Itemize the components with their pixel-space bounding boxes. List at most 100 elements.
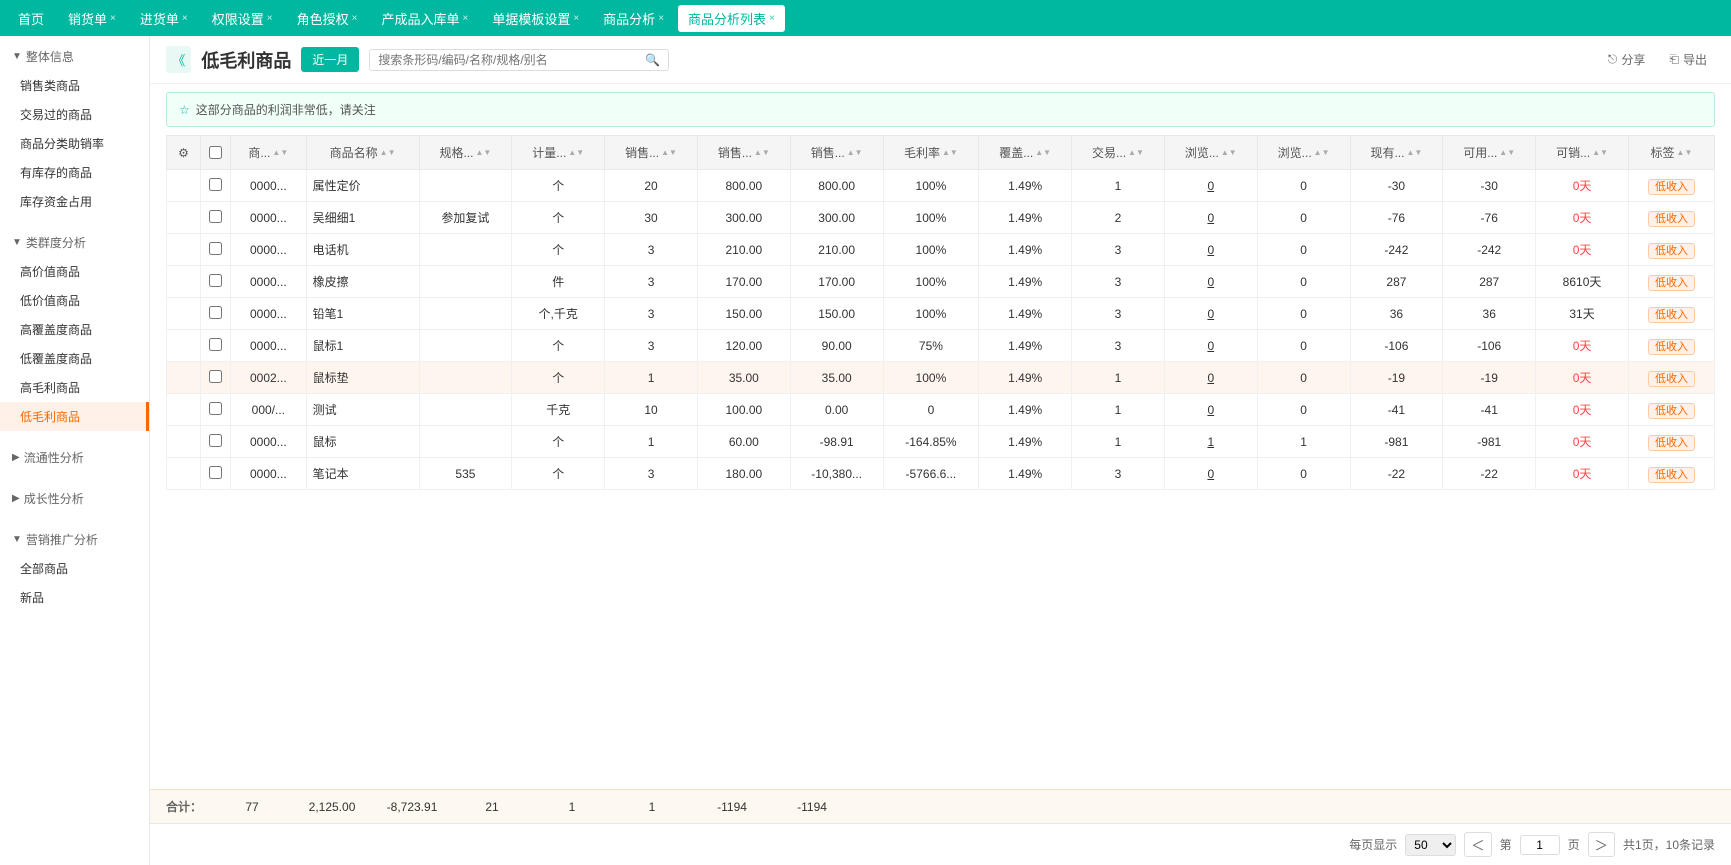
- cell-checkbox[interactable]: [201, 266, 231, 298]
- row-checkbox[interactable]: [209, 306, 222, 319]
- th-coverage[interactable]: 覆盖...▲▼: [979, 136, 1072, 170]
- cell-browse1[interactable]: 0: [1164, 234, 1257, 266]
- cell-browse1[interactable]: 0: [1164, 202, 1257, 234]
- th-settings[interactable]: ⚙: [167, 136, 201, 170]
- th-current-stock[interactable]: 现有...▲▼: [1350, 136, 1443, 170]
- nav-home[interactable]: 首页: [8, 5, 54, 32]
- nav-close-purchase[interactable]: ×: [182, 13, 188, 24]
- cell-browse1[interactable]: 0: [1164, 266, 1257, 298]
- th-unit[interactable]: 计量...▲▼: [512, 136, 605, 170]
- sidebar-item-sales-goods[interactable]: 销售类商品: [0, 71, 149, 100]
- table-area[interactable]: ⚙ 商...▲▼ 商品名称▲▼ 规格...▲▼ 计量...▲▼ 销售...▲▼ …: [150, 135, 1731, 789]
- cell-browse1[interactable]: 0: [1164, 298, 1257, 330]
- search-icon[interactable]: 🔍: [645, 53, 660, 67]
- nav-close-sales[interactable]: ×: [110, 13, 116, 24]
- cell-browse1[interactable]: 0: [1164, 330, 1257, 362]
- nav-close-analysis[interactable]: ×: [658, 13, 664, 24]
- sidebar-item-high-value[interactable]: 高价值商品: [0, 257, 149, 286]
- nav-sales-order[interactable]: 销货单 ×: [58, 5, 126, 32]
- th-spec[interactable]: 规格...▲▼: [419, 136, 512, 170]
- nav-close-inbound[interactable]: ×: [462, 13, 468, 24]
- sidebar-section-title-cluster[interactable]: ▼ 类群度分析: [0, 228, 149, 257]
- cell-checkbox[interactable]: [201, 234, 231, 266]
- nav-close-template[interactable]: ×: [573, 13, 579, 24]
- search-input[interactable]: [378, 53, 640, 67]
- th-gross-margin[interactable]: 毛利率▲▼: [883, 136, 979, 170]
- nav-product-analysis[interactable]: 商品分析 ×: [593, 5, 674, 32]
- sidebar-item-high-coverage[interactable]: 高覆盖度商品: [0, 315, 149, 344]
- row-checkbox[interactable]: [209, 434, 222, 447]
- nav-analysis-list[interactable]: 商品分析列表 ×: [678, 5, 785, 32]
- filter-recent-month-btn[interactable]: 近一月: [301, 47, 359, 72]
- th-code[interactable]: 商...▲▼: [231, 136, 307, 170]
- share-btn[interactable]: ⎋ 分享: [1600, 48, 1654, 71]
- cell-checkbox[interactable]: [201, 394, 231, 426]
- nav-permissions[interactable]: 权限设置 ×: [202, 5, 283, 32]
- sidebar-item-stock-goods[interactable]: 有库存的商品: [0, 158, 149, 187]
- cell-browse1[interactable]: 1: [1164, 426, 1257, 458]
- th-sales-amount[interactable]: 销售...▲▼: [697, 136, 790, 170]
- th-browse1[interactable]: 浏览...▲▼: [1164, 136, 1257, 170]
- row-checkbox[interactable]: [209, 466, 222, 479]
- prev-page-btn[interactable]: ＜: [1464, 832, 1491, 857]
- nav-close-analysis-list[interactable]: ×: [769, 13, 775, 24]
- cell-settings: [167, 426, 201, 458]
- cell-tag: 低收入: [1628, 298, 1714, 330]
- row-checkbox[interactable]: [209, 242, 222, 255]
- nav-close-permissions[interactable]: ×: [267, 13, 273, 24]
- sidebar-section-title-flow[interactable]: ▶ 流通性分析: [0, 443, 149, 472]
- th-sales-profit[interactable]: 销售...▲▼: [790, 136, 883, 170]
- per-page-select[interactable]: 50 100 200: [1405, 834, 1456, 856]
- sidebar-item-category-rate[interactable]: 商品分类助销率: [0, 129, 149, 158]
- sidebar-item-traded-goods[interactable]: 交易过的商品: [0, 100, 149, 129]
- nav-purchase-order[interactable]: 进货单 ×: [130, 5, 198, 32]
- page-input[interactable]: [1520, 835, 1560, 855]
- sidebar-item-low-margin[interactable]: 低毛利商品: [0, 402, 149, 431]
- nav-product-inbound[interactable]: 产成品入库单 ×: [371, 5, 478, 32]
- cell-checkbox[interactable]: [201, 170, 231, 202]
- cell-checkbox[interactable]: [201, 426, 231, 458]
- row-checkbox[interactable]: [209, 370, 222, 383]
- cell-browse1[interactable]: 0: [1164, 394, 1257, 426]
- sidebar-item-all-goods[interactable]: 全部商品: [0, 554, 149, 583]
- th-browse2[interactable]: 浏览...▲▼: [1257, 136, 1350, 170]
- cell-checkbox[interactable]: [201, 330, 231, 362]
- nav-close-role[interactable]: ×: [352, 13, 358, 24]
- cell-browse1[interactable]: 0: [1164, 458, 1257, 490]
- sidebar-collapse-btn[interactable]: 《: [166, 46, 191, 73]
- cell-browse1[interactable]: 0: [1164, 170, 1257, 202]
- cell-code: 0000...: [231, 330, 307, 362]
- sidebar-item-low-value[interactable]: 低价值商品: [0, 286, 149, 315]
- th-tag[interactable]: 标签▲▼: [1628, 136, 1714, 170]
- sidebar-item-stock-capital[interactable]: 库存资金占用: [0, 187, 149, 216]
- cell-sales-amount: 120.00: [697, 330, 790, 362]
- cell-checkbox[interactable]: [201, 298, 231, 330]
- cell-browse1[interactable]: 0: [1164, 362, 1257, 394]
- export-btn[interactable]: ⎗ 导出: [1661, 48, 1715, 71]
- cell-checkbox[interactable]: [201, 362, 231, 394]
- sidebar-section-title-overall[interactable]: ▼ 整体信息: [0, 42, 149, 71]
- row-checkbox[interactable]: [209, 274, 222, 287]
- sidebar-item-low-coverage[interactable]: 低覆盖度商品: [0, 344, 149, 373]
- row-checkbox[interactable]: [209, 338, 222, 351]
- select-all-checkbox[interactable]: [209, 146, 222, 159]
- row-checkbox[interactable]: [209, 178, 222, 191]
- th-trade-count[interactable]: 交易...▲▼: [1072, 136, 1165, 170]
- next-page-btn[interactable]: ＞: [1588, 832, 1615, 857]
- cell-gross-margin: 75%: [883, 330, 979, 362]
- th-checkbox[interactable]: [201, 136, 231, 170]
- th-sales-qty[interactable]: 销售...▲▼: [605, 136, 698, 170]
- cell-checkbox[interactable]: [201, 458, 231, 490]
- sidebar-section-title-growth[interactable]: ▶ 成长性分析: [0, 484, 149, 513]
- row-checkbox[interactable]: [209, 402, 222, 415]
- cell-checkbox[interactable]: [201, 202, 231, 234]
- sidebar-section-title-marketing[interactable]: ▼ 营销推广分析: [0, 525, 149, 554]
- sidebar-item-high-margin[interactable]: 高毛利商品: [0, 373, 149, 402]
- row-checkbox[interactable]: [209, 210, 222, 223]
- th-saleable-days[interactable]: 可销...▲▼: [1536, 136, 1629, 170]
- nav-template-settings[interactable]: 单据模板设置 ×: [482, 5, 589, 32]
- sidebar-item-new-goods[interactable]: 新品: [0, 583, 149, 612]
- th-available-stock[interactable]: 可用...▲▼: [1443, 136, 1536, 170]
- nav-role-auth[interactable]: 角色授权 ×: [287, 5, 368, 32]
- th-name[interactable]: 商品名称▲▼: [306, 136, 419, 170]
